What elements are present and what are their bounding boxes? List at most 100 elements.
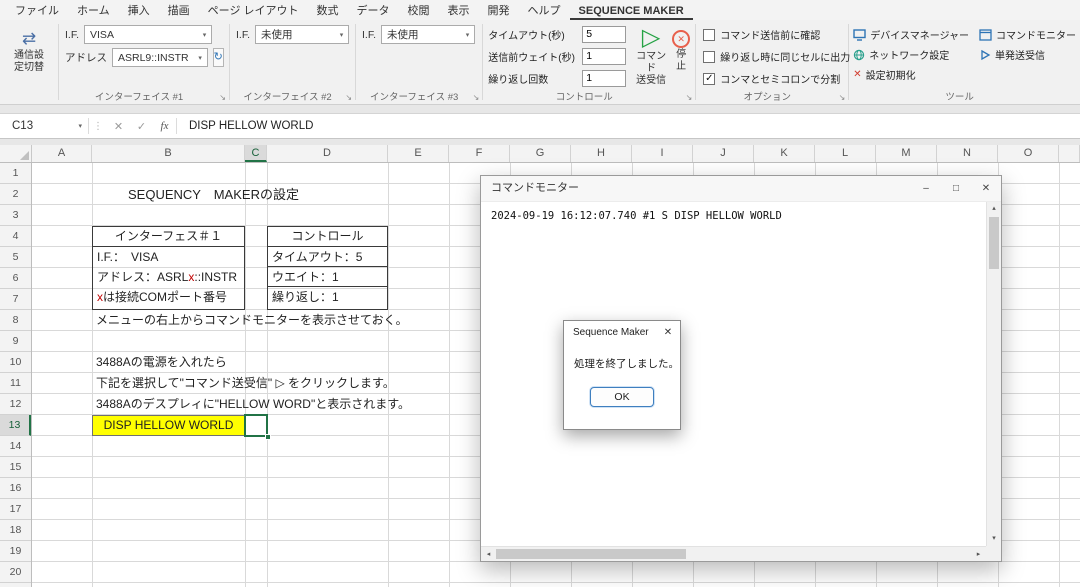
col-header-M[interactable]: M xyxy=(876,145,937,162)
vertical-scrollbar[interactable]: ▴ ▾ xyxy=(986,202,1001,546)
command-send-button[interactable]: ▷ コマンド 送受信 xyxy=(632,22,670,87)
scroll-right-icon[interactable]: ▸ xyxy=(971,550,986,558)
col-header-B[interactable]: B xyxy=(92,145,245,162)
row-header-4[interactable]: 4 xyxy=(0,226,31,247)
row-header-12[interactable]: 12 xyxy=(0,394,31,415)
refresh-button[interactable]: ↻ xyxy=(213,48,224,67)
row-header-20[interactable]: 20 xyxy=(0,562,31,583)
col-header-O[interactable]: O xyxy=(998,145,1059,162)
col-header-G[interactable]: G xyxy=(510,145,571,162)
cell-b8: メニューの右上からコマンドモニターを表示させておく。 xyxy=(96,310,408,331)
fill-handle[interactable] xyxy=(265,434,271,440)
device-manager-button[interactable]: デバイスマネージャー xyxy=(853,25,969,44)
col-header-K[interactable]: K xyxy=(754,145,815,162)
maximize-button[interactable]: □ xyxy=(941,176,971,201)
if3-type-dropdown[interactable]: 未使用 ▾ xyxy=(381,25,475,44)
if1-type-dropdown[interactable]: VISA ▾ xyxy=(84,25,212,44)
close-button[interactable]: ✕ xyxy=(971,176,1001,201)
name-box[interactable]: C13 ▾ xyxy=(0,114,88,138)
scroll-down-icon[interactable]: ▾ xyxy=(987,532,1001,546)
row-header-9[interactable]: 9 xyxy=(0,331,31,352)
if2-type-dropdown[interactable]: 未使用 ▾ xyxy=(255,25,349,44)
row-header-10[interactable]: 10 xyxy=(0,352,31,373)
row-header-18[interactable]: 18 xyxy=(0,520,31,541)
tab-developer[interactable]: 開発 xyxy=(479,0,519,20)
dialog-launcher-icon[interactable]: ↘ xyxy=(345,94,352,102)
col-header-I[interactable]: I xyxy=(632,145,693,162)
row-header-15[interactable]: 15 xyxy=(0,457,31,478)
tab-home[interactable]: ホーム xyxy=(68,0,119,20)
scrollbar-thumb[interactable] xyxy=(989,217,999,269)
col-header-C[interactable]: C xyxy=(245,145,267,162)
tab-insert[interactable]: 挿入 xyxy=(119,0,159,20)
tab-data[interactable]: データ xyxy=(348,0,399,20)
dialog-launcher-icon[interactable]: ↘ xyxy=(219,94,226,102)
col-header-N[interactable]: N xyxy=(937,145,998,162)
stop-button[interactable]: ✕ 停 止 xyxy=(670,22,692,73)
col-header-H[interactable]: H xyxy=(571,145,632,162)
option-same-cell-output[interactable]: 繰り返し時に同じセルに出力 xyxy=(703,47,841,66)
row-header-2[interactable]: 2 xyxy=(0,184,31,205)
tab-file[interactable]: ファイル xyxy=(6,0,68,20)
scroll-left-icon[interactable]: ◂ xyxy=(481,550,496,558)
row-header-14[interactable]: 14 xyxy=(0,436,31,457)
single-shot-button[interactable]: 単発送受信 xyxy=(979,45,1076,64)
row-headers: 1 2 3 4 5 6 7 8 9 10 11 12 13 14 15 16 1… xyxy=(0,163,32,587)
dialog-launcher-icon[interactable]: ↘ xyxy=(473,94,480,102)
timeout-label: タイムアウト(秒) xyxy=(488,27,582,42)
enter-icon[interactable]: ✓ xyxy=(130,120,153,133)
row-header-1[interactable]: 1 xyxy=(0,163,31,184)
tab-view[interactable]: 表示 xyxy=(439,0,479,20)
row-header-11[interactable]: 11 xyxy=(0,373,31,394)
option-split-comma-semicolon[interactable]: コンマとセミコロンで分割 xyxy=(703,69,841,88)
if1-address-dropdown[interactable]: ASRL9::INSTR ▾ xyxy=(112,48,208,67)
wait-input[interactable] xyxy=(582,48,626,65)
col-header-J[interactable]: J xyxy=(693,145,754,162)
timeout-input[interactable] xyxy=(582,26,626,43)
scrollbar-thumb[interactable] xyxy=(496,549,686,559)
col-header-A[interactable]: A xyxy=(32,145,92,162)
tab-help[interactable]: ヘルプ xyxy=(519,0,570,20)
horizontal-scrollbar[interactable]: ◂ ▸ xyxy=(481,546,986,561)
row-header-17[interactable]: 17 xyxy=(0,499,31,520)
col-header-F[interactable]: F xyxy=(449,145,510,162)
ribbon-group-interface3: I.F. 未使用 ▾ インターフェイス #3 ↘ xyxy=(356,20,482,104)
row-header-13[interactable]: 13 xyxy=(0,415,31,436)
row-header-19[interactable]: 19 xyxy=(0,541,31,562)
group-label-tools: ツール xyxy=(849,89,1070,103)
tab-page-layout[interactable]: ページ レイアウト xyxy=(199,0,308,20)
scroll-up-icon[interactable]: ▴ xyxy=(987,202,1001,216)
minimize-button[interactable]: – xyxy=(911,176,941,201)
reset-settings-button[interactable]: ✕ 設定初期化 xyxy=(853,65,969,84)
insert-function-icon[interactable]: fx xyxy=(153,120,176,132)
tab-review[interactable]: 校閲 xyxy=(399,0,439,20)
row-header-5[interactable]: 5 xyxy=(0,247,31,268)
dialog-launcher-icon[interactable]: ↘ xyxy=(839,94,846,102)
option-confirm-before-send[interactable]: コマンド送信前に確認 xyxy=(703,25,841,44)
col-header-E[interactable]: E xyxy=(388,145,449,162)
tab-sequence-maker[interactable]: SEQUENCE MAKER xyxy=(570,2,693,20)
select-all-corner[interactable] xyxy=(0,145,32,162)
dialog-launcher-icon[interactable]: ↘ xyxy=(686,94,693,102)
tab-draw[interactable]: 描画 xyxy=(159,0,199,20)
cancel-icon[interactable]: ✕ xyxy=(107,120,130,133)
tab-formulas[interactable]: 数式 xyxy=(308,0,348,20)
col-header-fill xyxy=(1059,145,1080,162)
row-header-3[interactable]: 3 xyxy=(0,205,31,226)
formula-input[interactable]: DISP HELLOW WORLD xyxy=(189,120,313,132)
close-icon[interactable]: ✕ xyxy=(656,321,680,344)
repeat-input[interactable] xyxy=(582,70,626,87)
cell-b13-highlighted[interactable]: DISP HELLOW WORLD xyxy=(92,415,245,436)
col-header-D[interactable]: D xyxy=(267,145,388,162)
row-header-6[interactable]: 6 xyxy=(0,268,31,289)
ok-button[interactable]: OK xyxy=(590,387,654,407)
comm-settings-toggle-button[interactable]: ⇄ 通信設 定切替 xyxy=(3,22,55,74)
network-settings-button[interactable]: ネットワーク設定 xyxy=(853,45,969,64)
col-header-L[interactable]: L xyxy=(815,145,876,162)
row-header-8[interactable]: 8 xyxy=(0,310,31,331)
command-monitor-button[interactable]: コマンドモニター xyxy=(979,25,1076,44)
row-header-7[interactable]: 7 xyxy=(0,289,31,310)
dialog-title-bar[interactable]: Sequence Maker ✕ xyxy=(564,321,680,344)
row-header-16[interactable]: 16 xyxy=(0,478,31,499)
monitor-title-bar[interactable]: コマンドモニター – □ ✕ xyxy=(481,176,1001,202)
